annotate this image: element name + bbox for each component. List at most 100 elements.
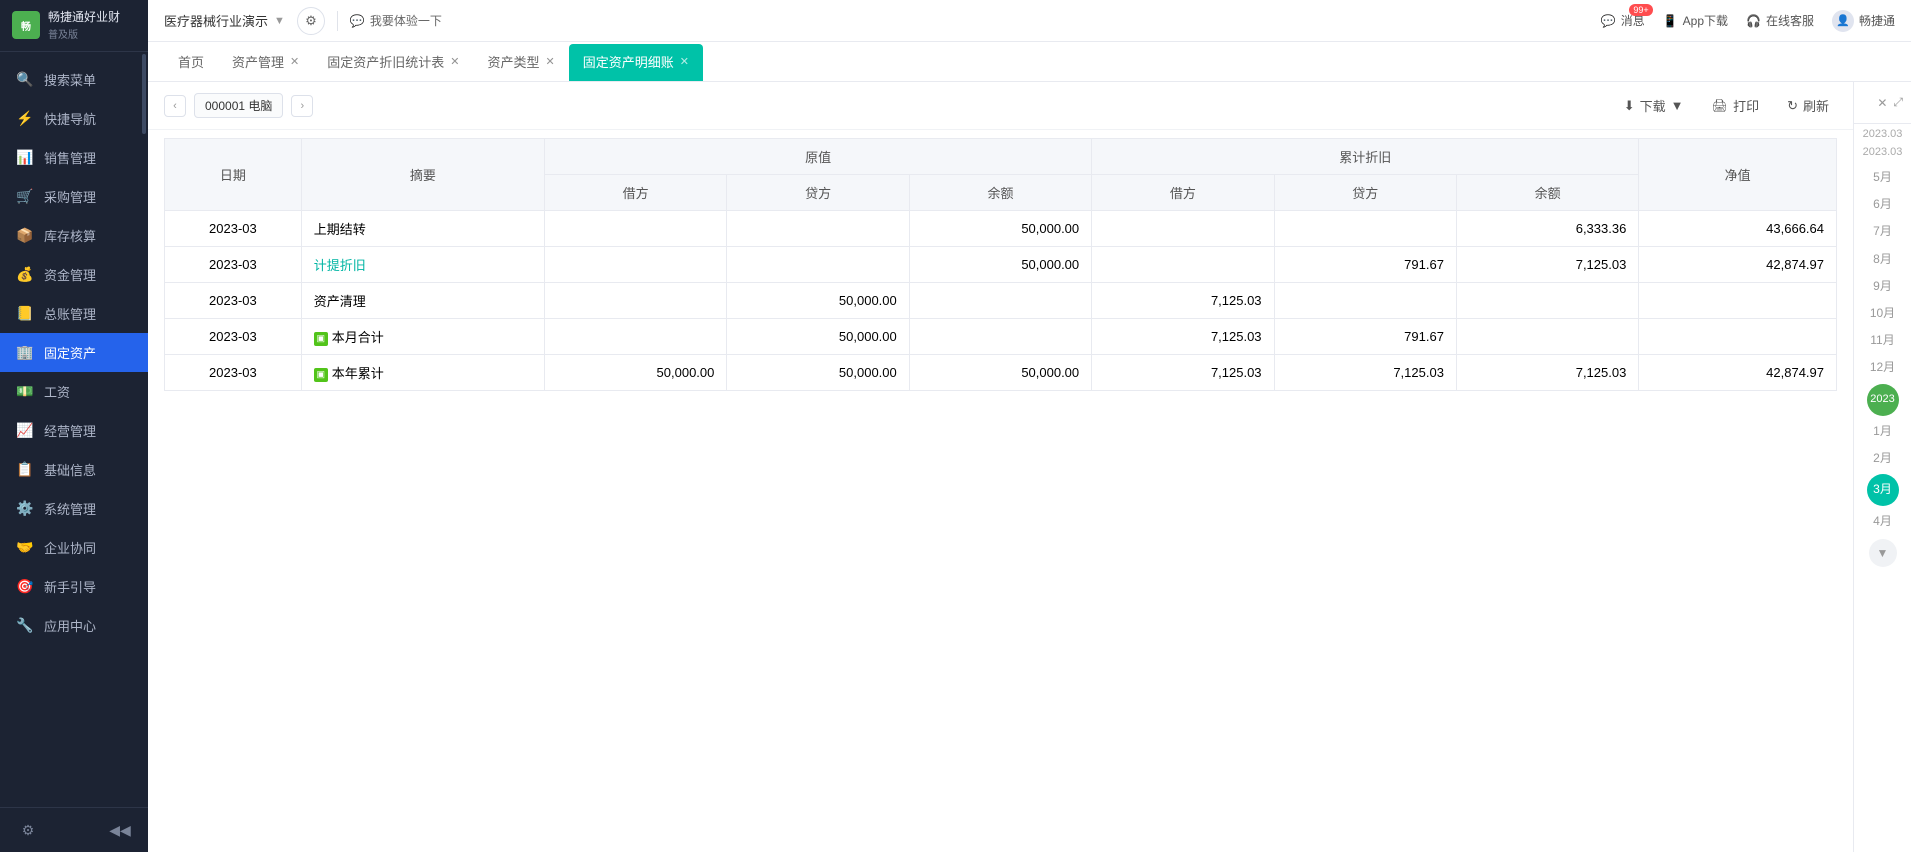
service-button[interactable]: 🎧 在线客服 — [1746, 12, 1814, 29]
tab-asset-detail-close[interactable]: ✕ — [680, 55, 689, 68]
refresh-button[interactable]: ↻ 刷新 — [1779, 92, 1837, 119]
summary-cell[interactable]: 计提折旧 — [301, 247, 544, 283]
app-title: 畅捷通好业财 — [48, 10, 120, 26]
sidebar-item-system[interactable]: ⚙️ 系统管理 — [0, 489, 148, 528]
prev-arrow[interactable]: ‹ — [164, 95, 186, 117]
th-accum-balance: 余额 — [1456, 175, 1638, 211]
topbar-right: 💬 消息 99+ 📱 App下载 🎧 在线客服 👤 畅捷通 — [1601, 10, 1895, 32]
sidebar-item-funds[interactable]: 💰 资金管理 — [0, 255, 148, 294]
system-icon: ⚙️ — [16, 499, 34, 517]
sidebar-item-enterprise[interactable]: 🤝 企业协同 — [0, 528, 148, 567]
table-row: 2023-03上期结转50,000.006,333.3643,666.64 — [165, 211, 1837, 247]
tab-asset-type-label: 资产类型 — [487, 52, 539, 71]
content-area: ‹ 000001 电脑 › ⬇ 下载 ▼ 🖨 打印 — [148, 82, 1911, 852]
tab-asset-detail[interactable]: 固定资产明细账 ✕ — [569, 44, 703, 81]
print-button[interactable]: 🖨 打印 — [1704, 92, 1768, 119]
content-main: ‹ 000001 电脑 › ⬇ 下载 ▼ 🖨 打印 — [148, 82, 1853, 852]
app-download-button[interactable]: 📱 App下载 — [1663, 12, 1728, 29]
purchase-icon: 🛒 — [16, 187, 34, 205]
sidebar-item-purchase[interactable]: 🛒 采购管理 — [0, 177, 148, 216]
tab-depreciation-stat-close[interactable]: ✕ — [450, 55, 459, 68]
sidebar-item-label: 经营管理 — [44, 421, 96, 440]
sidebar-nav: 🔍 搜索菜单 ⚡ 快捷导航 📊 销售管理 🛒 采购管理 📦 库存核算 💰 资金管… — [0, 60, 148, 807]
operations-icon: 📈 — [16, 421, 34, 439]
sidebar-footer: ⚙ ◀◀ — [0, 807, 148, 852]
tab-depreciation-stat[interactable]: 固定资产折旧统计表 ✕ — [313, 44, 473, 81]
timeline-item[interactable]: 6月 — [1854, 191, 1911, 218]
timeline-item[interactable]: 2月 — [1854, 445, 1911, 472]
summary-cell: ▣本月合计 — [301, 319, 544, 355]
sidebar-item-label: 基础信息 — [44, 460, 96, 479]
timeline-item[interactable]: 10月 — [1854, 300, 1911, 327]
timeline-item[interactable]: 2023 — [1867, 384, 1899, 416]
tab-asset-type[interactable]: 资产类型 ✕ — [473, 44, 568, 81]
settings-footer-icon[interactable]: ⚙ — [16, 818, 40, 842]
sidebar-item-app-center[interactable]: 🔧 应用中心 — [0, 606, 148, 645]
sidebar: 畅 畅捷通好业财 普及版 🔍 搜索菜单 ⚡ 快捷导航 📊 销售管理 🛒 采购管理… — [0, 0, 148, 852]
timeline-item[interactable]: 12月 — [1854, 354, 1911, 381]
user-avatar-icon: 👤 — [1832, 10, 1854, 32]
tab-asset-detail-label: 固定资产明细账 — [583, 52, 674, 71]
sidebar-item-ledger[interactable]: 📒 总账管理 — [0, 294, 148, 333]
tab-home[interactable]: 首页 — [164, 44, 218, 81]
trial-icon: 💬 — [350, 14, 365, 28]
app-title-area: 畅捷通好业财 普及版 — [48, 10, 120, 41]
sidebar-item-search[interactable]: 🔍 搜索菜单 — [0, 60, 148, 99]
next-arrow[interactable]: › — [291, 95, 313, 117]
timeline-scroll-down-icon[interactable]: ▼ — [1869, 539, 1897, 567]
timeline-item[interactable]: 3月 — [1867, 474, 1899, 506]
tab-asset-mgmt-close[interactable]: ✕ — [290, 55, 299, 68]
sidebar-item-salary[interactable]: 💵 工资 — [0, 372, 148, 411]
tab-asset-mgmt-label: 资产管理 — [232, 52, 284, 71]
sidebar-item-label: 企业协同 — [44, 538, 96, 557]
expand-panel-icon[interactable]: ⤢ — [1893, 95, 1903, 110]
timeline-item[interactable]: 11月 — [1854, 327, 1911, 354]
sidebar-item-label: 销售管理 — [44, 148, 96, 167]
download-button[interactable]: ⬇ 下载 ▼ — [1616, 92, 1692, 119]
message-badge: 99+ — [1629, 4, 1652, 16]
message-button[interactable]: 💬 消息 99+ — [1601, 12, 1645, 29]
app-download-icon: 📱 — [1663, 14, 1678, 28]
timeline-item[interactable]: 7月 — [1854, 218, 1911, 245]
close-panel-icon[interactable]: ✕ — [1877, 96, 1887, 110]
quick-nav-icon: ⚡ — [16, 109, 34, 127]
sidebar-item-fixed-assets[interactable]: 🏢 固定资产 — [0, 333, 148, 372]
tab-asset-type-close[interactable]: ✕ — [546, 55, 555, 68]
salary-icon: 💵 — [16, 382, 34, 400]
timeline-item[interactable]: 8月 — [1854, 246, 1911, 273]
service-icon: 🎧 — [1746, 14, 1761, 28]
sidebar-item-label: 库存核算 — [44, 226, 96, 245]
sidebar-header: 畅 畅捷通好业财 普及版 — [0, 0, 148, 52]
download-icon: ⬇ — [1624, 98, 1635, 114]
sidebar-item-operations[interactable]: 📈 经营管理 — [0, 411, 148, 450]
timeline-item[interactable]: 4月 — [1854, 508, 1911, 535]
sidebar-item-quick-nav[interactable]: ⚡ 快捷导航 — [0, 99, 148, 138]
sidebar-item-label: 资金管理 — [44, 265, 96, 284]
sidebar-item-sales[interactable]: 📊 销售管理 — [0, 138, 148, 177]
print-label: 打印 — [1733, 96, 1759, 115]
timeline-item[interactable]: 5月 — [1854, 164, 1911, 191]
timeline-item[interactable]: 1月 — [1854, 418, 1911, 445]
timeline-year-month: 2023.03 — [1854, 144, 1911, 160]
right-panel-header: ✕ ⤢ — [1854, 82, 1911, 124]
sidebar-item-label: 工资 — [44, 382, 70, 401]
sidebar-item-guide[interactable]: 🎯 新手引导 — [0, 567, 148, 606]
collapse-icon[interactable]: ◀◀ — [108, 818, 132, 842]
timeline-item[interactable]: 9月 — [1854, 273, 1911, 300]
trial-button[interactable]: 💬 我要体验一下 — [350, 12, 442, 29]
tab-home-label: 首页 — [178, 52, 204, 71]
sidebar-item-basic-info[interactable]: 📋 基础信息 — [0, 450, 148, 489]
next-arrow-icon: › — [301, 100, 305, 112]
company-selector[interactable]: 医疗器械行业演示 ▼ — [164, 11, 285, 30]
summary-cell: ▣本年累计 — [301, 355, 544, 391]
user-menu[interactable]: 👤 畅捷通 — [1832, 10, 1895, 32]
summary-cell: 上期结转 — [301, 211, 544, 247]
sidebar-item-inventory[interactable]: 📦 库存核算 — [0, 216, 148, 255]
tab-asset-mgmt[interactable]: 资产管理 ✕ — [218, 44, 313, 81]
refresh-label: 刷新 — [1803, 96, 1829, 115]
sidebar-item-label: 系统管理 — [44, 499, 96, 518]
company-settings-button[interactable]: ⚙ — [297, 7, 325, 35]
table-row: 2023-03▣本月合计50,000.007,125.03791.67 — [165, 319, 1837, 355]
guide-icon: 🎯 — [16, 577, 34, 595]
sidebar-item-label: 采购管理 — [44, 187, 96, 206]
